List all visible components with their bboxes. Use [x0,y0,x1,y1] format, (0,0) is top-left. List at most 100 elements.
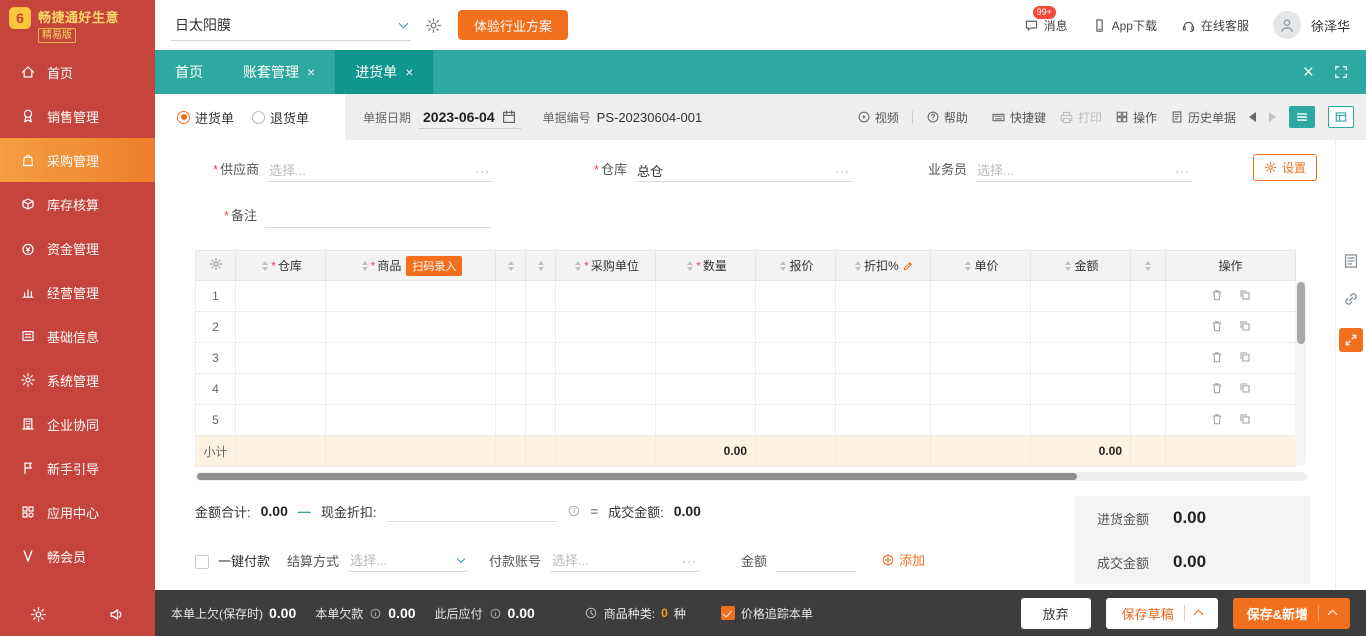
one-click-pay-checkbox[interactable] [195,555,209,569]
form-settings-button[interactable]: 设置 [1252,154,1317,181]
date-picker[interactable]: 2023-06-04 [419,106,521,129]
sidebar-item-inventory[interactable]: 库存核算 [0,182,155,226]
header-warehouse[interactable]: 仓库 [235,250,326,281]
online-service-button[interactable]: 在线客服 [1181,17,1249,34]
tab-account-mgmt[interactable]: 账套管理 × [223,50,335,94]
grid-cell[interactable] [655,373,756,405]
add-payment-button[interactable]: 添加 [881,550,925,572]
cash-discount-input[interactable] [386,500,567,521]
header-quote[interactable]: 报价 [755,250,836,281]
grid-cell[interactable] [655,342,756,374]
grid-cell[interactable] [1130,342,1166,374]
delete-row-icon[interactable] [1210,319,1224,333]
grid-cell[interactable] [835,373,931,405]
sidebar-item-app-center[interactable]: 应用中心 [0,490,155,534]
tab-stock-in-order[interactable]: 进货单 × [335,50,434,94]
grid-cell[interactable] [930,342,1031,374]
column-settings-header[interactable] [195,250,236,281]
account-settings-gear-icon[interactable] [425,17,442,34]
grid-cell[interactable] [325,404,496,436]
sidebar-item-basic-info[interactable]: 基础信息 [0,314,155,358]
sidebar-item-system[interactable]: 系统管理 [0,358,155,402]
save-draft-button[interactable]: 保存草稿 [1105,597,1218,629]
sort-icon[interactable] [507,260,514,271]
grid-cell[interactable] [1130,280,1166,312]
sidebar-item-funds[interactable]: 资金管理 [0,226,155,270]
trial-button[interactable]: 体验行业方案 [458,10,569,40]
grid-cell[interactable] [755,342,836,374]
sidebar-item-home[interactable]: 首页 [0,50,155,94]
grid-cell[interactable] [495,404,526,436]
screenshot-expand-icon[interactable] [1339,328,1363,352]
grid-cell[interactable] [835,280,931,312]
info-icon[interactable] [369,607,382,620]
copy-row-icon[interactable] [1238,350,1252,364]
copy-row-icon[interactable] [1238,288,1252,302]
delete-row-icon[interactable] [1210,288,1224,302]
tab-close-icon[interactable]: × [405,64,413,80]
sort-icon[interactable] [262,261,269,271]
video-button[interactable]: 视频 [857,109,899,126]
header-purchase-unit[interactable]: 采购单位 [555,250,656,281]
sort-icon[interactable] [965,261,972,271]
warehouse-input[interactable] [635,160,832,181]
app-download-button[interactable]: App下载 [1092,17,1157,34]
avatar[interactable] [1272,11,1301,39]
grid-cell[interactable] [930,404,1031,436]
copy-row-icon[interactable] [1238,319,1252,333]
settings-gear-icon[interactable] [30,606,47,623]
sort-icon[interactable] [361,260,368,271]
grid-cell[interactable] [930,311,1031,343]
tab-close-icon[interactable]: × [307,64,315,80]
grid-cell[interactable] [1130,373,1166,405]
header-unit-price[interactable]: 单价 [930,250,1031,281]
close-icon[interactable]: × [1303,63,1314,82]
pay-amount-input[interactable] [776,550,857,571]
grid-cell[interactable] [1030,404,1131,436]
grid-cell[interactable] [1030,342,1131,374]
account-select[interactable]: 日太阳膜 [171,10,411,41]
sidebar-item-member[interactable]: 畅会员 [0,534,155,578]
username[interactable]: 徐泽华 [1311,16,1350,35]
grid-cell[interactable] [235,342,326,374]
checked-checkbox-icon[interactable] [720,606,735,620]
grid-cell[interactable] [495,280,526,312]
table-view-toggle[interactable] [1328,106,1354,128]
grid-cell[interactable] [755,404,836,436]
grid-cell[interactable] [555,280,656,312]
pay-account-select[interactable] [550,550,680,571]
sort-icon[interactable] [575,261,582,271]
grid-cell[interactable] [495,311,526,343]
grid-cell[interactable] [525,404,556,436]
copy-row-icon[interactable] [1238,412,1252,426]
sort-icon[interactable] [780,261,787,271]
sidebar-item-collaboration[interactable]: 企业协同 [0,402,155,446]
delete-row-icon[interactable] [1210,412,1224,426]
grid-cell[interactable] [1030,280,1131,312]
vertical-scrollbar[interactable] [1295,280,1306,465]
grid-cell[interactable] [930,373,1031,405]
grid-cell[interactable] [235,311,326,343]
horizontal-scrollbar-thumb[interactable] [197,473,1077,480]
sort-icon[interactable] [1145,260,1151,271]
grid-cell[interactable] [525,373,556,405]
history-orders-button[interactable]: 历史单据 [1170,109,1236,126]
grid-cell[interactable] [755,280,836,312]
sidebar-item-purchase[interactable]: 采购管理 [0,138,155,182]
grid-cell[interactable] [325,342,496,374]
grid-cell[interactable] [755,311,836,343]
discard-button[interactable]: 放弃 [1020,597,1091,629]
grid-cell[interactable] [495,373,526,405]
shortcut-button[interactable]: 快捷键 [991,109,1046,126]
grid-cell[interactable] [325,311,496,343]
grid-cell[interactable] [1130,311,1166,343]
print-button[interactable]: 打印 [1059,109,1102,126]
grid-cell[interactable] [525,280,556,312]
next-arrow-icon[interactable] [1269,112,1276,122]
sidebar-item-operations[interactable]: 经营管理 [0,270,155,314]
chevron-up-icon[interactable] [1327,609,1338,620]
chevron-up-icon[interactable] [1193,609,1204,620]
grid-cell[interactable] [930,280,1031,312]
grid-cell[interactable] [835,311,931,343]
grid-cell[interactable] [835,342,931,374]
